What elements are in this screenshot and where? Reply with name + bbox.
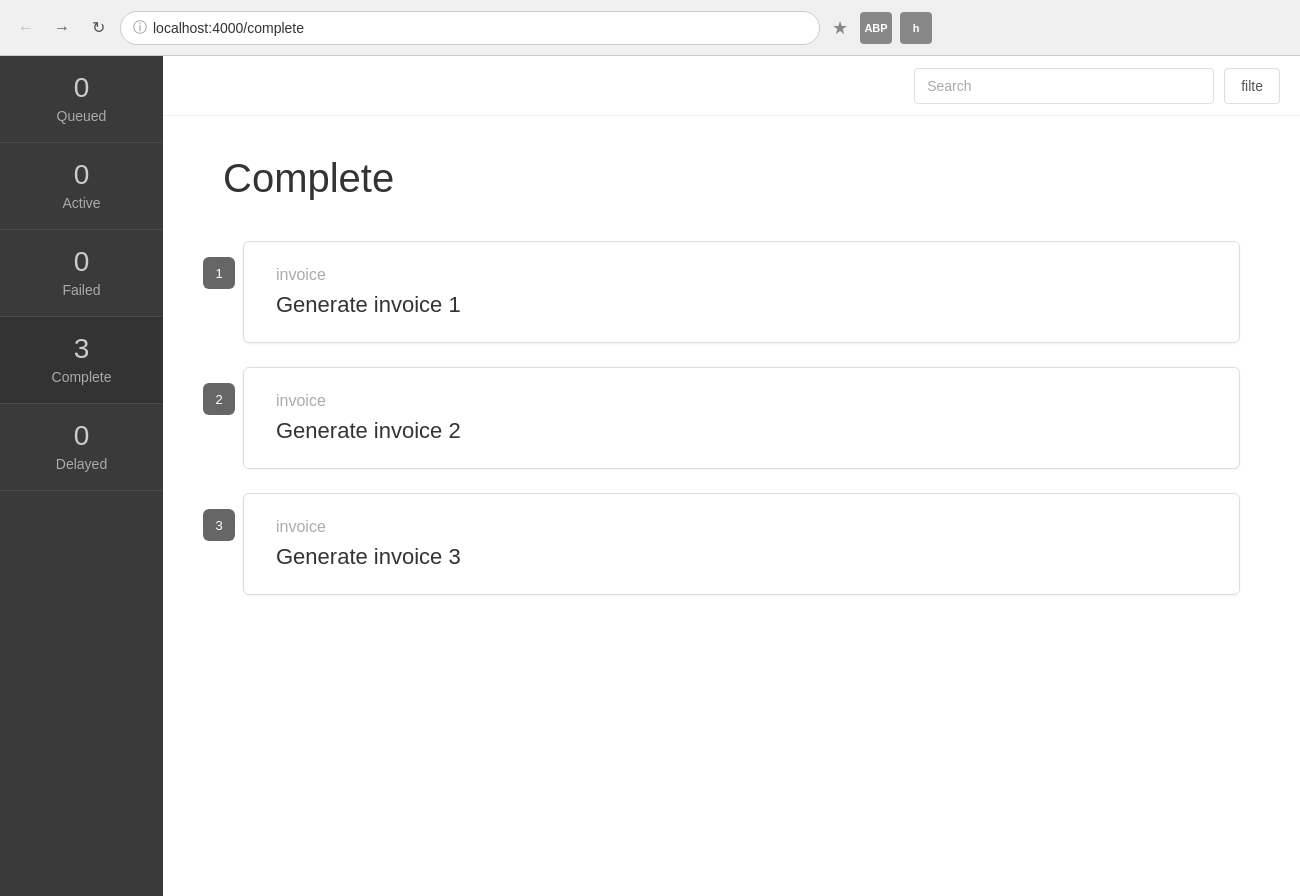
job-card-type: invoice — [276, 392, 1207, 410]
extension-2[interactable]: h — [900, 12, 932, 44]
sidebar-item-queued[interactable]: 0 Queued — [0, 56, 163, 143]
top-bar: filte — [163, 56, 1300, 116]
job-cards-container: 1 invoice Generate invoice 1 2 invoice G… — [223, 241, 1240, 595]
sidebar-item-count-failed: 0 — [74, 248, 90, 276]
sidebar-item-count-active: 0 — [74, 161, 90, 189]
refresh-button[interactable]: ↻ — [84, 14, 112, 42]
job-card-name: Generate invoice 2 — [276, 418, 1207, 444]
content-area: filte Complete 1 invoice Generate invoic… — [163, 56, 1300, 896]
job-card-number: 1 — [203, 257, 235, 289]
sidebar-item-count-complete: 3 — [74, 335, 90, 363]
job-card[interactable]: invoice Generate invoice 2 — [243, 367, 1240, 469]
main-content: Complete 1 invoice Generate invoice 1 2 … — [163, 116, 1300, 896]
page-title: Complete — [223, 156, 1240, 201]
sidebar-item-label-active: Active — [62, 195, 100, 211]
filter-button[interactable]: filte — [1224, 68, 1280, 104]
back-button[interactable]: ← — [12, 14, 40, 42]
job-card-wrapper: 1 invoice Generate invoice 1 — [223, 241, 1240, 343]
address-bar[interactable]: ⓘ — [120, 11, 820, 45]
sidebar-item-count-delayed: 0 — [74, 422, 90, 450]
sidebar-item-delayed[interactable]: 0 Delayed — [0, 404, 163, 491]
sidebar-item-label-complete: Complete — [52, 369, 112, 385]
forward-button[interactable]: → — [48, 14, 76, 42]
job-card[interactable]: invoice Generate invoice 3 — [243, 493, 1240, 595]
sidebar-item-active[interactable]: 0 Active — [0, 143, 163, 230]
sidebar: 0 Queued 0 Active 0 Failed 3 Complete 0 … — [0, 56, 163, 896]
info-icon: ⓘ — [133, 19, 147, 37]
search-input[interactable] — [914, 68, 1214, 104]
main-layout: 0 Queued 0 Active 0 Failed 3 Complete 0 … — [0, 56, 1300, 896]
sidebar-item-count-queued: 0 — [74, 74, 90, 102]
job-card-wrapper: 2 invoice Generate invoice 2 — [223, 367, 1240, 469]
sidebar-item-complete[interactable]: 3 Complete — [0, 317, 163, 404]
job-card-type: invoice — [276, 518, 1207, 536]
sidebar-item-label-failed: Failed — [62, 282, 100, 298]
job-card-wrapper: 3 invoice Generate invoice 3 — [223, 493, 1240, 595]
job-card-type: invoice — [276, 266, 1207, 284]
browser-chrome: ← → ↻ ⓘ ★ ABP h — [0, 0, 1300, 56]
bookmark-button[interactable]: ★ — [828, 13, 852, 43]
job-card[interactable]: invoice Generate invoice 1 — [243, 241, 1240, 343]
sidebar-item-label-delayed: Delayed — [56, 456, 107, 472]
job-card-number: 3 — [203, 509, 235, 541]
sidebar-item-failed[interactable]: 0 Failed — [0, 230, 163, 317]
job-card-name: Generate invoice 3 — [276, 544, 1207, 570]
sidebar-item-label-queued: Queued — [57, 108, 107, 124]
adblock-extension[interactable]: ABP — [860, 12, 892, 44]
url-input[interactable] — [153, 20, 807, 36]
job-card-name: Generate invoice 1 — [276, 292, 1207, 318]
job-card-number: 2 — [203, 383, 235, 415]
